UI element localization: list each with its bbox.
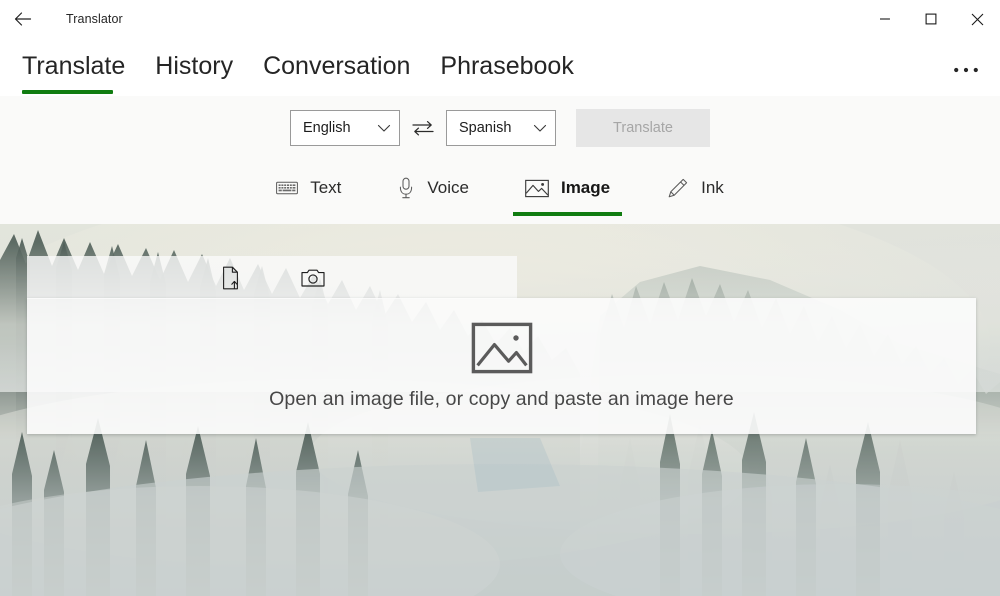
close-button[interactable]: [954, 0, 1000, 38]
title-bar: Translator: [0, 0, 1000, 38]
pen-icon: [666, 177, 689, 199]
tab-phrasebook[interactable]: Phrasebook: [440, 38, 591, 82]
maximize-button[interactable]: [908, 0, 954, 38]
open-file-button[interactable]: [214, 261, 248, 295]
mode-tab-ink-label: Ink: [701, 178, 724, 198]
mode-tab-voice-label: Voice: [427, 178, 469, 198]
target-language-value: Spanish: [459, 120, 511, 136]
mode-tab-text[interactable]: Text: [248, 160, 369, 216]
tab-history[interactable]: History: [155, 38, 251, 82]
tab-history-label: History: [155, 52, 233, 80]
mode-tab-image[interactable]: Image: [497, 160, 638, 216]
camera-icon: [301, 268, 325, 288]
translate-button-label: Translate: [613, 120, 673, 136]
language-selection-row: English Spanish: [0, 109, 1000, 147]
image-drop-placeholder-text: Open an image file, or copy and paste an…: [269, 388, 734, 411]
camera-button[interactable]: [296, 261, 330, 295]
tab-translate[interactable]: Translate: [22, 38, 143, 82]
source-language-value: English: [303, 120, 351, 136]
tab-conversation-label: Conversation: [263, 52, 410, 80]
tab-active-underline: [22, 90, 113, 94]
chevron-down-icon: [533, 123, 547, 133]
mode-active-underline: [513, 212, 622, 216]
swap-arrows-icon: [411, 119, 435, 137]
image-tool-strip: [27, 256, 517, 299]
window-controls: [862, 0, 1000, 38]
nav-tab-list: Translate History Conversation Phraseboo…: [22, 38, 604, 82]
image-tool-buttons: [27, 256, 517, 299]
back-arrow-icon: [12, 8, 34, 30]
more-options-button[interactable]: [946, 54, 986, 86]
swap-languages-button[interactable]: [400, 110, 446, 146]
minimize-button[interactable]: [862, 0, 908, 38]
keyboard-icon: [276, 180, 298, 196]
microphone-icon: [397, 177, 415, 199]
translate-button[interactable]: Translate: [576, 109, 710, 147]
maximize-icon: [925, 13, 937, 25]
picture-icon: [525, 179, 549, 198]
back-button[interactable]: [0, 0, 46, 38]
mode-tab-ink[interactable]: Ink: [638, 160, 752, 216]
file-open-icon: [221, 266, 241, 290]
source-language-select[interactable]: English: [290, 110, 400, 146]
translator-app-window: Translator Translate: [0, 0, 1000, 596]
tab-conversation[interactable]: Conversation: [263, 38, 428, 82]
target-language-select[interactable]: Spanish: [446, 110, 556, 146]
chevron-down-icon: [377, 123, 391, 133]
input-mode-tabs: Text Voice: [0, 160, 1000, 216]
tab-phrasebook-label: Phrasebook: [440, 52, 573, 80]
main-nav-bar: Translate History Conversation Phraseboo…: [0, 38, 1000, 96]
ellipsis-icon: [953, 66, 979, 74]
window-title: Translator: [66, 12, 123, 26]
tab-translate-label: Translate: [22, 52, 125, 80]
mode-tab-image-label: Image: [561, 178, 610, 198]
translate-controls-strip: English Spanish: [0, 96, 1000, 224]
image-drop-content: Open an image file, or copy and paste an…: [27, 298, 976, 434]
mode-tab-text-label: Text: [310, 178, 341, 198]
image-placeholder-icon: [471, 322, 533, 374]
image-drop-panel[interactable]: Open an image file, or copy and paste an…: [27, 298, 976, 434]
close-icon: [971, 13, 984, 26]
minimize-icon: [879, 13, 891, 25]
mode-tab-voice[interactable]: Voice: [369, 160, 497, 216]
